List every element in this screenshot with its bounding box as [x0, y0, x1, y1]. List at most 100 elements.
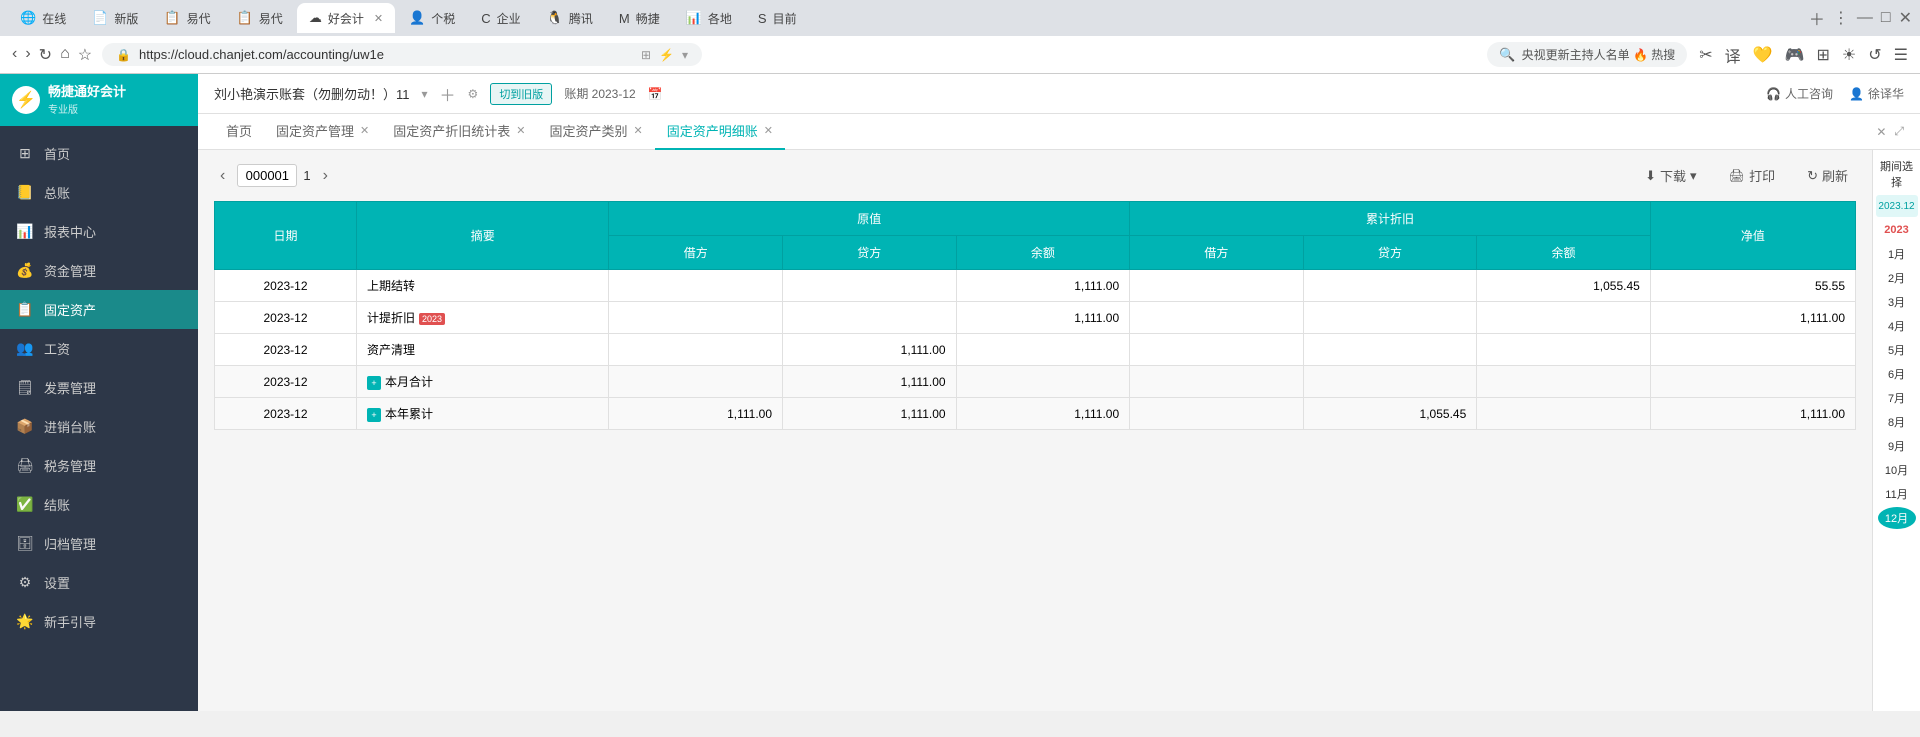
close-all-tabs-btn[interactable]: ✕ [1876, 125, 1886, 139]
browser-tab-t10[interactable]: 📊各地 [674, 3, 744, 33]
expand-tabs-btn[interactable]: ⤢ [1894, 124, 1904, 139]
minimize-btn[interactable]: — [1857, 9, 1873, 27]
close-tab-fixed-mgmt[interactable]: ✕ [360, 124, 369, 137]
period-month-9月[interactable]: 9月 [1878, 435, 1916, 457]
search-box[interactable]: 🔍 央视更新主持人名单 🔥 热搜 [1487, 42, 1687, 67]
account-dropdown-icon[interactable]: ▾ [422, 87, 428, 101]
browser-tab-t4[interactable]: 📋易代 [225, 3, 295, 33]
back-btn[interactable]: ‹ [12, 45, 17, 65]
period-month-12月[interactable]: 12月 [1878, 507, 1916, 529]
sidebar-item-payroll[interactable]: 👥工资 [0, 329, 198, 368]
page-input[interactable]: 000001 [237, 164, 297, 187]
refresh-btn[interactable]: ↻ 刷新 [1799, 162, 1856, 189]
prev-page-btn[interactable]: ‹ [214, 165, 231, 187]
sidebar-item-tax[interactable]: 🖨税务管理 [0, 446, 198, 485]
scissors-icon[interactable]: ✂ [1699, 45, 1712, 65]
cell-dep-balance [1477, 334, 1651, 366]
nav-icon-report: 📊 [16, 222, 34, 240]
switch-version-btn[interactable]: 切到旧版 [490, 83, 552, 105]
settings-icon[interactable]: ⚙ [468, 87, 479, 101]
sidebar-item-stock[interactable]: 📦进销台账 [0, 407, 198, 446]
reload-btn[interactable]: ↻ [39, 45, 52, 65]
game-icon[interactable]: 🎮 [1785, 45, 1805, 65]
browser-tab-t6[interactable]: 👤个税 [397, 3, 467, 33]
browser-tab-t3[interactable]: 📋易代 [152, 3, 222, 33]
sidebar-item-guide[interactable]: 🌟新手引导 [0, 602, 198, 641]
browser-tab-t7[interactable]: C企业 [469, 3, 532, 33]
period-month-7月[interactable]: 7月 [1878, 387, 1916, 409]
browser-tab-t8[interactable]: 🐧腾讯 [535, 3, 605, 33]
home-browser-btn[interactable]: ⌂ [60, 45, 70, 65]
sidebar-item-fund[interactable]: 💰资金管理 [0, 251, 198, 290]
page-tab-fixed-cat[interactable]: 固定资产类别 ✕ [537, 114, 654, 150]
sidebar-item-settings[interactable]: ⚙设置 [0, 563, 198, 602]
th-accumulated-dep: 累计折旧 [1130, 202, 1651, 236]
sidebar-item-ledger[interactable]: 📒总账 [0, 173, 198, 212]
add-account-btn[interactable]: ＋ [440, 82, 456, 106]
cell-summary: +本月合计 [357, 366, 609, 398]
page-tab-home[interactable]: 首页 [214, 114, 264, 150]
cell-date: 2023-12 [215, 302, 357, 334]
period-month-5月[interactable]: 5月 [1878, 339, 1916, 361]
close-tab-fixed-dep[interactable]: ✕ [516, 124, 525, 137]
support-btn[interactable]: 🎧 人工咨询 [1766, 85, 1833, 102]
wallet-icon[interactable]: 💛 [1753, 45, 1773, 65]
close-tab-fixed-cat[interactable]: ✕ [634, 124, 643, 137]
new-tab-btn[interactable]: ＋ [1809, 6, 1825, 30]
brightness-icon[interactable]: ☀ [1842, 45, 1856, 65]
period-month-6月[interactable]: 6月 [1878, 363, 1916, 385]
period-month-3月[interactable]: 3月 [1878, 291, 1916, 313]
cell-date: 2023-12 [215, 398, 357, 430]
period-month-11月[interactable]: 11月 [1878, 483, 1916, 505]
period-selected-year[interactable]: 2023.12 [1876, 195, 1918, 217]
browser-tab-t1[interactable]: 🌐在线 [8, 3, 78, 33]
app-name: 畅捷通好会计 [48, 84, 126, 101]
browser-tab-t5[interactable]: ☁好会计✕ [297, 3, 395, 33]
sidebar-item-home[interactable]: ⊞首页 [0, 134, 198, 173]
close-window-btn[interactable]: ✕ [1899, 8, 1912, 28]
sidebar-item-archive[interactable]: 🗄归档管理 [0, 524, 198, 563]
sidebar-item-fixed[interactable]: 📋固定资产 [0, 290, 198, 329]
page-tab-fixed-dep[interactable]: 固定资产折旧统计表 ✕ [381, 114, 537, 150]
nav-label-settings: 设置 [44, 573, 70, 592]
close-tab-fixed-ledger[interactable]: ✕ [764, 124, 773, 137]
tab-settings-btn[interactable]: ⋮ [1833, 8, 1849, 28]
period-month-10月[interactable]: 10月 [1878, 459, 1916, 481]
next-page-btn[interactable]: › [317, 165, 334, 187]
menu-icon[interactable]: ☰ [1894, 45, 1908, 65]
period-selector-title: 期间选择 [1877, 158, 1916, 190]
browser-tab-t9[interactable]: M畅捷 [607, 3, 672, 33]
page-tab-fixed-ledger[interactable]: 固定资产明细账 ✕ [655, 114, 785, 150]
extension-icon: ⊞ [641, 48, 651, 62]
bookmark-btn[interactable]: ☆ [78, 45, 92, 65]
th-orig-credit: 贷方 [783, 236, 957, 270]
sidebar-item-report[interactable]: 📊报表中心 [0, 212, 198, 251]
sidebar-item-settle[interactable]: ✅结账 [0, 485, 198, 524]
cell-date: 2023-12 [215, 270, 357, 302]
period-month-2月[interactable]: 2月 [1878, 267, 1916, 289]
ssl-icon: 🔒 [116, 48, 131, 62]
period-month-1月[interactable]: 1月 [1878, 243, 1916, 265]
dropdown-icon[interactable]: ▾ [682, 48, 688, 62]
period-month-4月[interactable]: 4月 [1878, 315, 1916, 337]
browser-tab-t11[interactable]: S目前 [746, 3, 809, 33]
print-btn[interactable]: 🖨 打印 [1721, 162, 1784, 189]
browser-tab-t2[interactable]: 📄新版 [80, 3, 150, 33]
sidebar-item-invoice[interactable]: 🗒发票管理 [0, 368, 198, 407]
th-dep-debit: 借方 [1130, 236, 1304, 270]
user-btn[interactable]: 👤 徐译华 [1849, 85, 1904, 102]
period-label: 账期 2023-12 [564, 85, 635, 102]
url-bar[interactable]: 🔒 https://cloud.chanjet.com/accounting/u… [102, 43, 702, 66]
period-year-label[interactable]: 2023 [1878, 219, 1916, 241]
grid-icon[interactable]: ⊞ [1817, 45, 1830, 65]
maximize-btn[interactable]: □ [1881, 9, 1891, 27]
history-icon[interactable]: ↺ [1868, 45, 1881, 65]
forward-btn[interactable]: › [25, 45, 30, 65]
cell-date: 2023-12 [215, 366, 357, 398]
download-dropdown-icon[interactable]: ▾ [1690, 168, 1697, 184]
period-edit-icon[interactable]: 📅 [648, 87, 663, 101]
translate-icon[interactable]: 译 [1725, 43, 1741, 67]
page-tab-fixed-mgmt[interactable]: 固定资产管理 ✕ [264, 114, 381, 150]
period-month-8月[interactable]: 8月 [1878, 411, 1916, 433]
download-btn[interactable]: ⬇ 下载 ▾ [1637, 162, 1704, 189]
